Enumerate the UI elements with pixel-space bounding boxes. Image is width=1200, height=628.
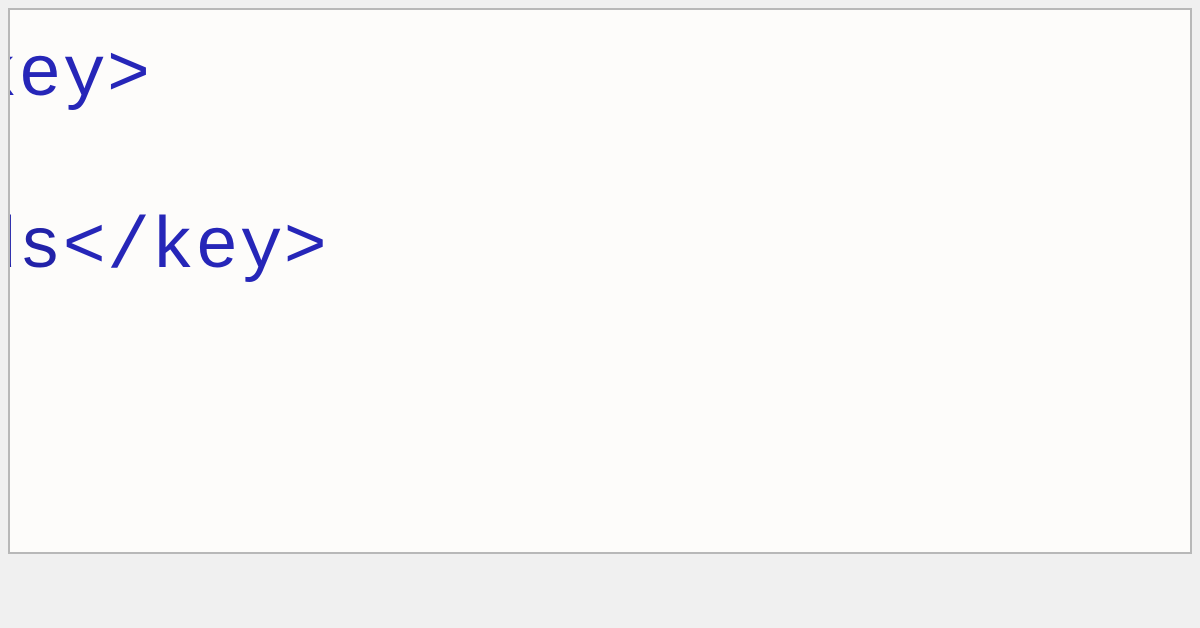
tag-name-key-2: key bbox=[151, 207, 284, 289]
tag-open-close: </ bbox=[63, 207, 151, 289]
code-line-2: ads</key> bbox=[8, 212, 1190, 284]
text-ads: ads bbox=[8, 207, 63, 289]
tag-close-bracket-2: > bbox=[284, 207, 328, 289]
code-snippet-box: /key> ads</key> bbox=[8, 8, 1192, 554]
code-line-1: /key> bbox=[8, 40, 1190, 112]
tag-name-key: key bbox=[8, 35, 107, 117]
tag-close-bracket: > bbox=[107, 35, 151, 117]
